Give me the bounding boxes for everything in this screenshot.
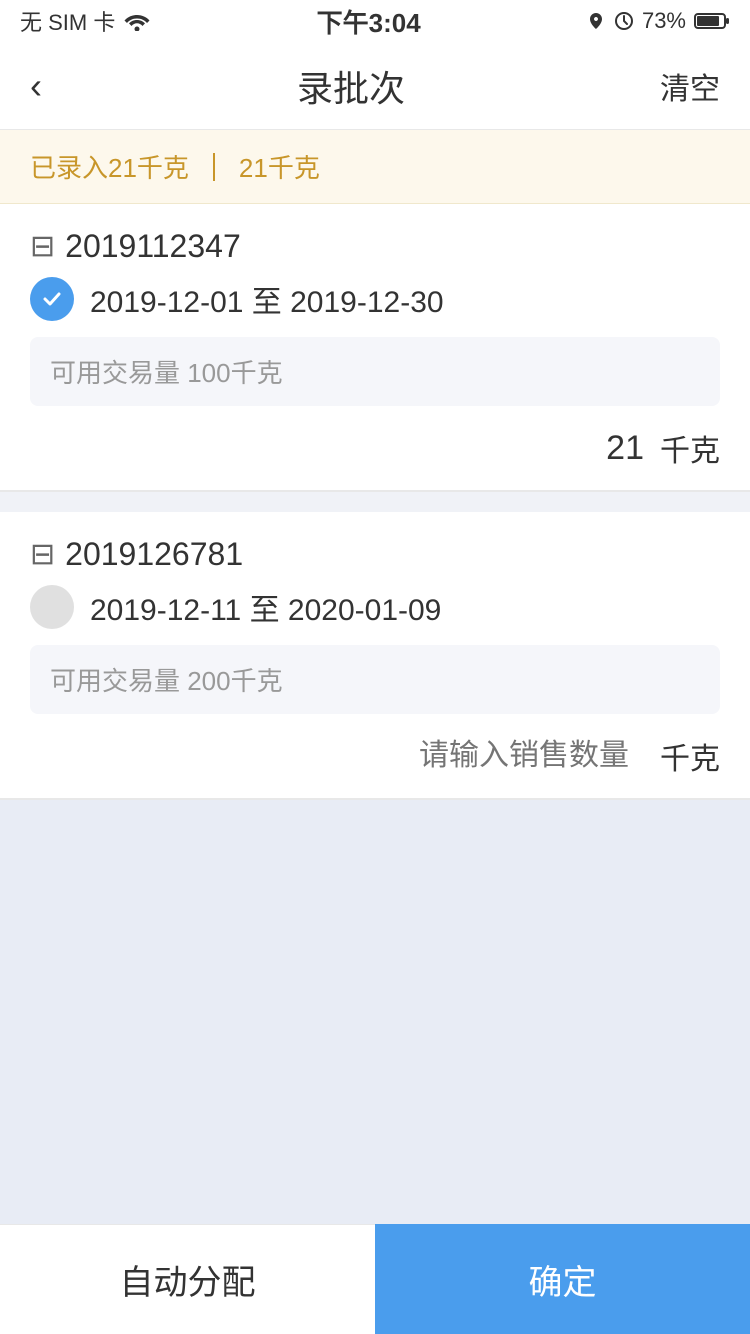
empty-area xyxy=(0,800,750,1240)
batch-1-id: 2019112347 xyxy=(65,228,241,265)
status-bar: 无 SIM 卡 下午3:04 73% xyxy=(0,0,750,42)
batch-2-qty-unit: 千克 xyxy=(660,734,720,778)
batch-1-radio[interactable] xyxy=(30,277,74,321)
batch-2-avail: 可用交易量 200千克 xyxy=(30,645,720,714)
page-title: 录批次 xyxy=(297,60,405,112)
battery-text: 73% xyxy=(642,8,686,34)
batch-1-avail-text: 可用交易量 100千克 xyxy=(50,358,283,388)
sim-label: 无 SIM 卡 xyxy=(20,5,115,37)
clear-button[interactable]: 清空 xyxy=(660,64,720,108)
status-left: 无 SIM 卡 xyxy=(20,5,151,37)
batch-1-avail: 可用交易量 100千克 xyxy=(30,337,720,406)
status-time: 下午3:04 xyxy=(317,3,421,40)
nav-bar: ‹ 录批次 清空 xyxy=(0,42,750,130)
batch-2-avail-text: 可用交易量 200千克 xyxy=(50,666,283,696)
total-amount: 21千克 xyxy=(239,148,320,185)
auto-distribute-button[interactable]: 自动分配 xyxy=(0,1224,375,1334)
batch-1-date-row: 2019-12-01 至 2019-12-30 xyxy=(30,277,720,321)
batch-2-qty-input[interactable] xyxy=(344,739,644,773)
batch-1-icon: ⊟ xyxy=(30,229,55,264)
info-bar: 已录入21千克 21千克 xyxy=(0,130,750,204)
battery-icon xyxy=(694,12,730,30)
batch-2-container: ⊟ 2019126781 2019-12-11 至 2020-01-09 可用交… xyxy=(0,512,750,800)
batch-1-amount-row: 21 千克 xyxy=(0,406,750,492)
batch-1-amount-unit: 千克 xyxy=(660,426,720,470)
batch-1-date: 2019-12-01 至 2019-12-30 xyxy=(90,277,444,321)
bottom-bar: 自动分配 确定 xyxy=(0,1224,750,1334)
batch-1-header: ⊟ 2019112347 xyxy=(30,228,720,265)
status-right: 73% xyxy=(586,8,730,34)
batch-2-id: 2019126781 xyxy=(65,536,243,573)
clock-icon xyxy=(614,11,634,31)
back-button[interactable]: ‹ xyxy=(30,65,42,107)
wifi-icon xyxy=(123,11,151,31)
batch-2-header: ⊟ 2019126781 xyxy=(30,536,720,573)
location-icon xyxy=(586,11,606,31)
confirm-button[interactable]: 确定 xyxy=(375,1224,750,1334)
batch-separator xyxy=(0,492,750,512)
batch-2-date-row: 2019-12-11 至 2020-01-09 xyxy=(30,585,720,629)
recorded-amount: 已录入21千克 xyxy=(30,148,189,185)
check-icon xyxy=(40,287,64,311)
batch-2-date: 2019-12-11 至 2020-01-09 xyxy=(90,585,441,629)
batch-1-item: ⊟ 2019112347 2019-12-01 至 2019-12-30 可用交… xyxy=(0,204,750,406)
batch-2-item: ⊟ 2019126781 2019-12-11 至 2020-01-09 可用交… xyxy=(0,512,750,714)
batch-2-radio[interactable] xyxy=(30,585,74,629)
batch-2-input-row: 千克 xyxy=(0,714,750,800)
batch-1-amount-value: 21 xyxy=(606,429,644,468)
batch-1-container: ⊟ 2019112347 2019-12-01 至 2019-12-30 可用交… xyxy=(0,204,750,492)
batch-2-icon: ⊟ xyxy=(30,537,55,572)
info-divider xyxy=(213,153,215,181)
